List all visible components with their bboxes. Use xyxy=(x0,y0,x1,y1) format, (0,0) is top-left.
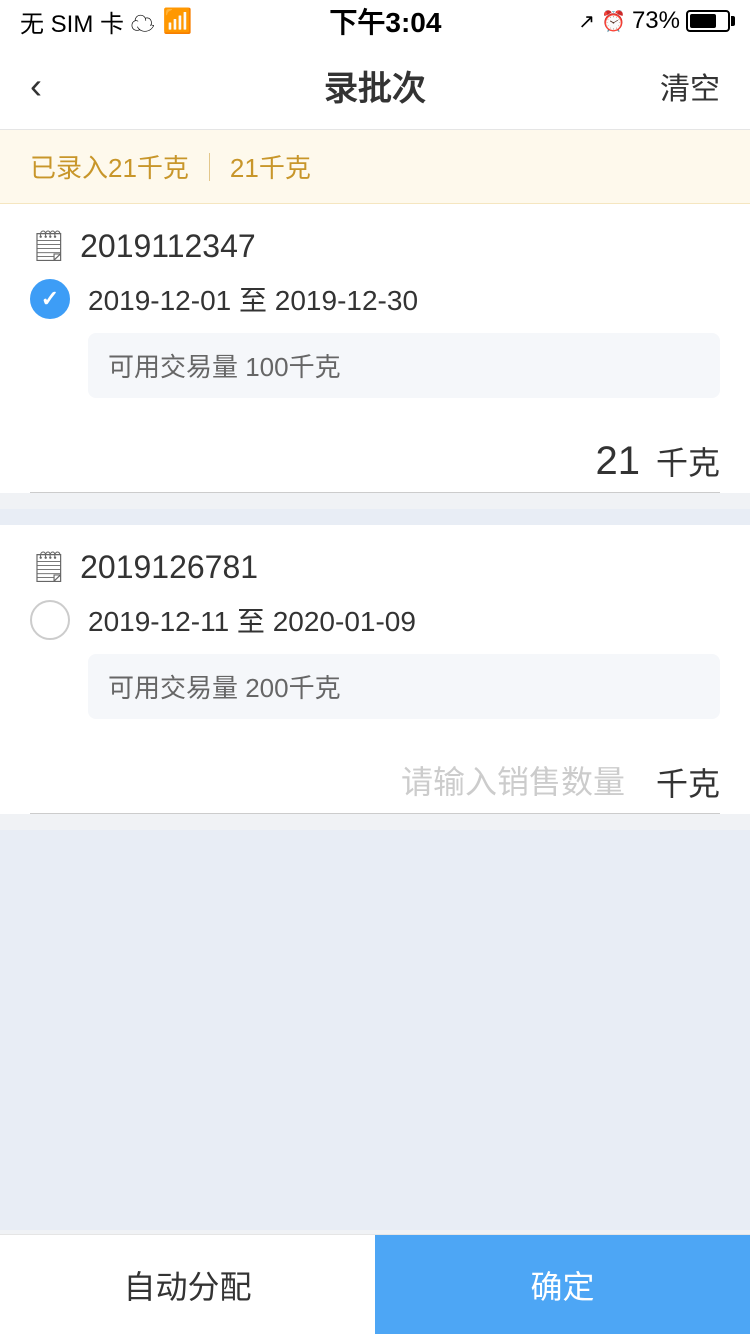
batch-1-header: 🗒 2019112347 xyxy=(30,228,720,265)
page-title: 录批次 xyxy=(324,61,426,110)
batch-2-id: 2019126781 xyxy=(80,549,258,586)
batch-2-underline xyxy=(30,813,720,814)
batch-1-date: 2019-12-01 至 2019-12-30 xyxy=(88,279,418,319)
batch-1-unit: 千克 xyxy=(656,438,720,484)
banner-divider xyxy=(209,153,210,181)
status-time: 下午3:04 xyxy=(329,1,441,41)
no-sim-text: 无 SIM 卡 ☁ xyxy=(20,4,155,39)
batch-2-available: 可用交易量 200千克 xyxy=(88,654,720,719)
location-icon: ↗ xyxy=(578,9,595,34)
batch-2-unit: 千克 xyxy=(656,759,720,805)
auto-distribute-button[interactable]: 自动分配 xyxy=(0,1235,375,1334)
alarm-icon: ⏰ xyxy=(601,9,626,34)
wifi-icon: 📶 xyxy=(163,7,193,36)
gray-area xyxy=(0,830,750,1230)
back-button[interactable]: ‹ xyxy=(30,65,90,107)
batch-1-date-row[interactable]: 2019-12-01 至 2019-12-30 xyxy=(30,279,720,319)
batch-1-id: 2019112347 xyxy=(80,228,256,265)
batch-2-radio[interactable] xyxy=(30,600,70,640)
info-banner: 已录入21千克 21千克 xyxy=(0,130,750,204)
section-divider xyxy=(0,509,750,525)
batch-section-1: 🗒 2019112347 2019-12-01 至 2019-12-30 可用交… xyxy=(0,204,750,493)
bottom-bar: 自动分配 确定 xyxy=(0,1234,750,1334)
batch-2-date-row[interactable]: 2019-12-11 至 2020-01-09 xyxy=(30,600,720,640)
battery-icon xyxy=(686,10,730,32)
status-left: 无 SIM 卡 ☁ 📶 xyxy=(20,4,193,39)
batch-item-2: 🗒 2019126781 2019-12-11 至 2020-01-09 可用交… xyxy=(0,525,750,743)
batch-2-date: 2019-12-11 至 2020-01-09 xyxy=(88,600,416,640)
batch-item-1: 🗒 2019112347 2019-12-01 至 2019-12-30 可用交… xyxy=(0,204,750,422)
amount-value: 21千克 xyxy=(230,148,311,185)
clear-button[interactable]: 清空 xyxy=(660,64,720,108)
batch-2-quantity-input[interactable] xyxy=(340,764,640,801)
batch-2-input-row: 千克 xyxy=(0,743,750,805)
batch-1-underline xyxy=(30,492,720,493)
batch-2-icon: 🗒 xyxy=(30,550,68,585)
status-bar: 无 SIM 卡 ☁ 📶 下午3:04 ↗ ⏰ 73% xyxy=(0,0,750,42)
batch-1-quantity-row: 21 千克 xyxy=(0,422,750,484)
batch-1-available: 可用交易量 100千克 xyxy=(88,333,720,398)
battery-fill xyxy=(690,14,716,28)
batch-1-radio[interactable] xyxy=(30,279,70,319)
nav-bar: ‹ 录批次 清空 xyxy=(0,42,750,130)
battery-percent: 73% xyxy=(632,7,680,35)
status-right: ↗ ⏰ 73% xyxy=(578,7,730,35)
batch-1-icon: 🗒 xyxy=(30,229,68,264)
batch-section-2: 🗒 2019126781 2019-12-11 至 2020-01-09 可用交… xyxy=(0,525,750,814)
recorded-amount: 已录入21千克 xyxy=(30,148,189,185)
confirm-button[interactable]: 确定 xyxy=(375,1235,750,1334)
batch-1-quantity-value: 21 xyxy=(595,439,640,484)
batch-2-header: 🗒 2019126781 xyxy=(30,549,720,586)
